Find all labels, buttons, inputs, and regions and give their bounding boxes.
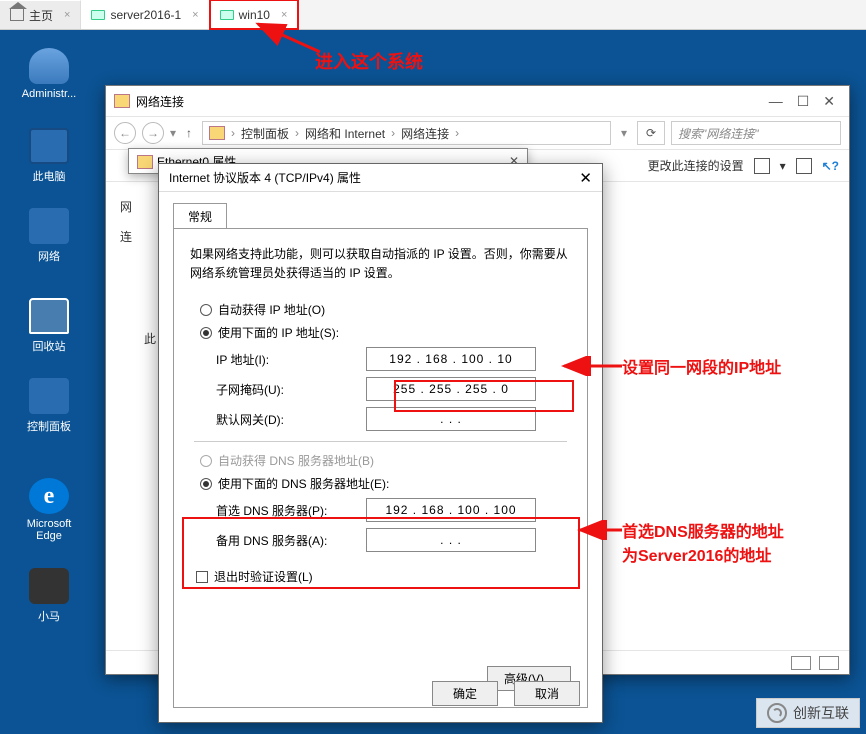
desktop-icon-recycle[interactable]: 回收站 xyxy=(14,298,84,354)
annotation-ip: 设置同一网段的IP地址 xyxy=(622,354,781,378)
close-button[interactable]: ✕ xyxy=(579,169,592,187)
ip-label: IP 地址(I): xyxy=(216,351,356,368)
help-cursor-icon[interactable]: ↖? xyxy=(822,159,839,173)
desktop-icon-pony[interactable]: 小马 xyxy=(14,568,84,624)
desktop-icon-network[interactable]: 网络 xyxy=(14,208,84,264)
breadcrumb-dropdown-icon[interactable]: ▾ xyxy=(617,126,631,140)
vm-tabbar: 主页 × server2016-1 × win10 × xyxy=(0,0,866,30)
tab-home-label: 主页 xyxy=(29,7,53,24)
server-icon xyxy=(91,10,105,20)
app-icon xyxy=(29,568,69,604)
tab-general[interactable]: 常规 xyxy=(173,203,227,229)
desktop-icon-admin[interactable]: Administr... xyxy=(14,48,84,100)
close-icon[interactable]: × xyxy=(192,9,198,21)
minimize-button[interactable]: — xyxy=(769,93,783,110)
cmd-change-settings[interactable]: 更改此连接的设置 xyxy=(648,157,744,174)
adapter-icon xyxy=(137,155,153,169)
home-icon xyxy=(10,9,24,21)
radio-icon xyxy=(200,478,212,490)
search-input[interactable]: 搜索"网络连接" xyxy=(671,121,841,145)
chevron-down-icon[interactable]: ▾ xyxy=(780,159,786,173)
tab-general-panel: 如果网络支持此功能，则可以获取自动指派的 IP 设置。否则，你需要从网络系统管理… xyxy=(173,228,588,708)
desktop-icon-pc[interactable]: 此电脑 xyxy=(14,128,84,184)
ipv4-description: 如果网络支持此功能，则可以获取自动指派的 IP 设置。否则，你需要从网络系统管理… xyxy=(190,245,571,283)
watermark: 创新互联 xyxy=(756,698,860,728)
desktop-icon-edge[interactable]: Microsoft Edge xyxy=(14,478,84,542)
user-icon xyxy=(29,48,69,84)
recycle-icon xyxy=(29,298,69,334)
history-dropdown[interactable]: ▾ xyxy=(170,126,176,140)
tab-win10[interactable]: win10 × xyxy=(210,0,299,29)
folder-icon xyxy=(114,94,130,108)
tab-home[interactable]: 主页 × xyxy=(0,0,81,29)
close-icon[interactable]: × xyxy=(64,9,70,21)
explorer-titlebar: 网络连接 — ☐ ✕ xyxy=(106,86,849,116)
network-icon xyxy=(29,208,69,244)
control-panel-icon xyxy=(29,378,69,414)
view-icon-1[interactable] xyxy=(754,158,770,174)
view-icons-icon[interactable] xyxy=(819,656,839,670)
up-button[interactable]: ↑ xyxy=(182,126,196,140)
server-icon xyxy=(220,10,234,20)
radio-icon xyxy=(200,455,212,467)
gateway-input[interactable]: . . . xyxy=(366,407,536,431)
mask-label: 子网掩码(U): xyxy=(216,381,356,398)
radio-manual-ip[interactable]: 使用下面的 IP 地址(S): xyxy=(200,324,571,341)
cancel-button[interactable]: 取消 xyxy=(514,681,580,706)
folder-icon xyxy=(209,126,225,140)
checkbox-icon xyxy=(196,571,208,583)
back-button[interactable]: ← xyxy=(114,122,136,144)
explorer-toolbar: ← → ▾ ↑ › 控制面板 › 网络和 Internet › 网络连接 › ▾… xyxy=(106,116,849,150)
dns1-label: 首选 DNS 服务器(P): xyxy=(216,502,356,519)
dns2-label: 备用 DNS 服务器(A): xyxy=(216,532,356,549)
validate-checkbox[interactable]: 退出时验证设置(L) xyxy=(196,568,571,585)
ok-button[interactable]: 确定 xyxy=(432,681,498,706)
maximize-button[interactable]: ☐ xyxy=(797,93,810,110)
gw-label: 默认网关(D): xyxy=(216,411,356,428)
radio-manual-dns[interactable]: 使用下面的 DNS 服务器地址(E): xyxy=(200,475,571,492)
close-button[interactable]: ✕ xyxy=(823,93,835,110)
annotation-tab: 进入这个系统 xyxy=(315,48,423,74)
preferred-dns-input[interactable]: 192 . 168 . 100 . 100 xyxy=(366,498,536,522)
close-icon[interactable]: × xyxy=(281,9,287,21)
tab-win10-label: win10 xyxy=(239,8,270,22)
annotation-dns1: 首选DNS服务器的地址 xyxy=(622,518,784,542)
alternate-dns-input[interactable]: . . . xyxy=(366,528,536,552)
breadcrumb[interactable]: › 控制面板 › 网络和 Internet › 网络连接 › xyxy=(202,121,611,145)
subnet-mask-input[interactable]: 255 . 255 . 255 . 0 xyxy=(366,377,536,401)
edge-icon xyxy=(29,478,69,514)
radio-icon xyxy=(200,327,212,339)
explorer-title: 网络连接 xyxy=(136,93,184,110)
ipv4-properties-dialog: Internet 协议版本 4 (TCP/IPv4) 属性 ✕ 常规 如果网络支… xyxy=(158,163,603,723)
refresh-button[interactable]: ⟳ xyxy=(637,121,665,145)
ipv4-title: Internet 协议版本 4 (TCP/IPv4) 属性 xyxy=(169,169,361,186)
ip-address-input[interactable]: 192 . 168 . 100 . 10 xyxy=(366,347,536,371)
monitor-icon xyxy=(29,128,69,164)
logo-icon xyxy=(767,703,787,723)
forward-button[interactable]: → xyxy=(142,122,164,144)
view-icon-2[interactable] xyxy=(796,158,812,174)
radio-auto-dns[interactable]: 自动获得 DNS 服务器地址(B) xyxy=(200,452,571,469)
tab-server-label: server2016-1 xyxy=(110,8,181,22)
annotation-dns2: 为Server2016的地址 xyxy=(622,542,771,566)
radio-icon xyxy=(200,304,212,316)
radio-auto-ip[interactable]: 自动获得 IP 地址(O) xyxy=(200,301,571,318)
tab-server2016[interactable]: server2016-1 × xyxy=(81,0,209,29)
desktop-icon-controlpanel[interactable]: 控制面板 xyxy=(14,378,84,434)
view-details-icon[interactable] xyxy=(791,656,811,670)
